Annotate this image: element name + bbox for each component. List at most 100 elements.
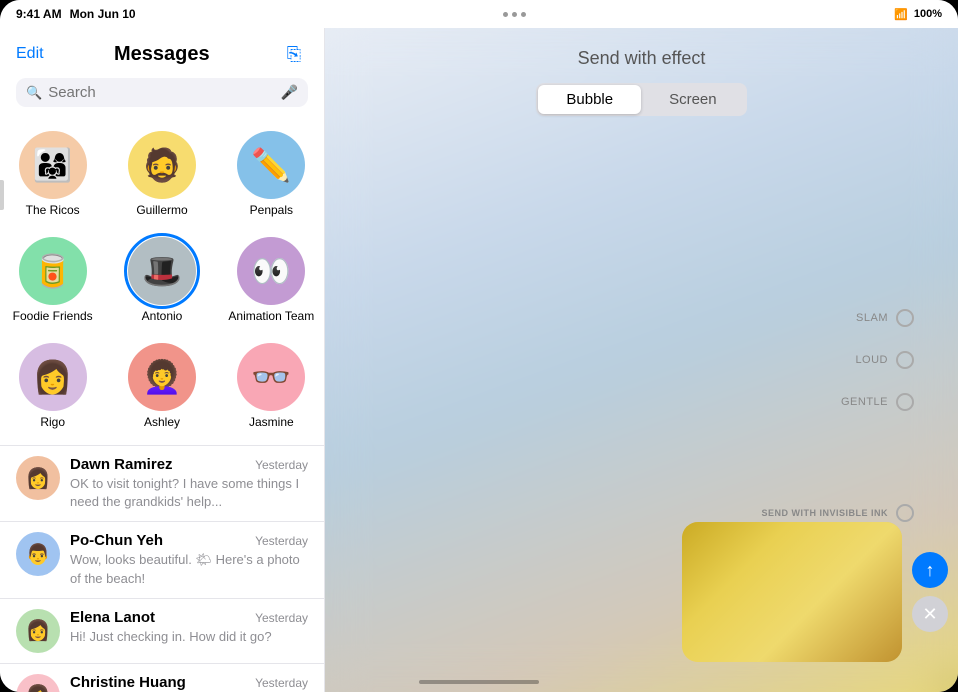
pinned-contact-ashley[interactable]: 👩‍🦱 Ashley	[109, 335, 214, 437]
msg-avatar-po-chun-yeh: 👨	[16, 532, 60, 576]
conversation-elena-lanot[interactable]: 👩 Elena Lanot Yesterday Hi! Just checkin…	[0, 599, 324, 664]
sidebar-title-row: Edit Messages ⎘	[16, 40, 308, 68]
effect-option-loud[interactable]: LOUD	[855, 351, 914, 369]
conversation-po-chun-yeh[interactable]: 👨 Po-Chun Yeh Yesterday Wow, looks beaut…	[0, 522, 324, 598]
pinned-name-rigo: Rigo	[40, 415, 65, 429]
effect-option-gentle[interactable]: GENTLE	[841, 393, 914, 411]
search-icon: 🔍	[26, 85, 42, 101]
msg-top-row-elena-lanot: Elena Lanot Yesterday	[70, 609, 308, 626]
msg-top-row-po-chun-yeh: Po-Chun Yeh Yesterday	[70, 532, 308, 549]
msg-top-row-dawn-ramirez: Dawn Ramirez Yesterday	[70, 456, 308, 473]
status-date: Mon Jun 10	[70, 7, 136, 21]
effect-radio-loud[interactable]	[896, 351, 914, 369]
pinned-contact-the-ricos[interactable]: 👨‍👩‍👧 The Ricos	[0, 123, 105, 225]
message-preview-card	[682, 522, 902, 662]
edit-button[interactable]: Edit	[16, 45, 44, 63]
msg-preview-po-chun-yeh: Wow, looks beautiful. 🌤 Here's a photo o…	[70, 551, 308, 587]
send-button[interactable]: ↑	[912, 552, 948, 588]
pinned-contact-antonio[interactable]: 🎩 Antonio	[109, 229, 214, 331]
conversation-dawn-ramirez[interactable]: 👩 Dawn Ramirez Yesterday OK to visit ton…	[0, 446, 324, 522]
pinned-name-antonio: Antonio	[142, 309, 183, 323]
pinned-avatar-foodie-friends: 🥫	[19, 237, 87, 305]
status-bar-left: 9:41 AM Mon Jun 10	[16, 7, 136, 21]
msg-top-row-christine-huang: Christine Huang Yesterday	[70, 674, 308, 691]
cancel-icon: ✕	[922, 604, 937, 625]
conversation-christine-huang[interactable]: 👩 Christine Huang Yesterday Me too, haha…	[0, 664, 324, 692]
pinned-name-the-ricos: The Ricos	[26, 203, 80, 217]
cancel-button[interactable]: ✕	[912, 596, 948, 632]
center-dot-3	[521, 12, 526, 17]
action-buttons: ↑ ✕	[912, 552, 948, 632]
msg-time-christine-huang: Yesterday	[255, 676, 308, 690]
tab-bubble[interactable]: Bubble	[538, 85, 641, 114]
right-panel: Send with effect BubbleScreen SLAM LOUD …	[325, 28, 958, 692]
left-notch	[0, 180, 4, 210]
pinned-avatar-penpals: ✏️	[237, 131, 305, 199]
pinned-avatar-rigo: 👩	[19, 343, 87, 411]
pinned-name-guillermo: Guillermo	[136, 203, 187, 217]
pinned-name-penpals: Penpals	[250, 203, 293, 217]
pinned-avatar-guillermo: 🧔	[128, 131, 196, 199]
pinned-contact-foodie-friends[interactable]: 🥫 Foodie Friends	[0, 229, 105, 331]
pinned-avatar-the-ricos: 👨‍👩‍👧	[19, 131, 87, 199]
send-icon: ↑	[926, 560, 935, 581]
msg-avatar-christine-huang: 👩	[16, 674, 60, 692]
effect-options-list: SLAM LOUD GENTLE	[841, 309, 914, 411]
effect-radio-gentle[interactable]	[896, 393, 914, 411]
wifi-icon: 📶	[894, 8, 908, 21]
msg-name-po-chun-yeh: Po-Chun Yeh	[70, 532, 163, 549]
pinned-contact-guillermo[interactable]: 🧔 Guillermo	[109, 123, 214, 225]
msg-content-dawn-ramirez: Dawn Ramirez Yesterday OK to visit tonig…	[70, 456, 308, 511]
search-input[interactable]	[48, 84, 274, 101]
pinned-avatar-antonio: 🎩	[128, 237, 196, 305]
pinned-name-jasmine: Jasmine	[249, 415, 294, 429]
msg-time-elena-lanot: Yesterday	[255, 611, 308, 625]
msg-time-po-chun-yeh: Yesterday	[255, 534, 308, 548]
center-dot-2	[512, 12, 517, 17]
pinned-contacts-grid: 👨‍👩‍👧 The Ricos 🧔 Guillermo ✏️ Penpals 🥫…	[0, 115, 324, 445]
pinned-name-animation-team: Animation Team	[228, 309, 314, 323]
compose-button[interactable]: ⎘	[280, 40, 308, 68]
pinned-contact-rigo[interactable]: 👩 Rigo	[0, 335, 105, 437]
status-bar: 9:41 AM Mon Jun 10 📶 100%	[0, 0, 958, 28]
invisible-ink-label: SEND WITH INVISIBLE INK	[761, 508, 888, 518]
status-time: 9:41 AM	[16, 7, 62, 21]
main-layout: Edit Messages ⎘ 🔍 🎤 👨‍👩‍👧 The Ricos	[0, 28, 958, 692]
msg-content-christine-huang: Christine Huang Yesterday Me too, haha. …	[70, 674, 308, 692]
message-list: 👩 Dawn Ramirez Yesterday OK to visit ton…	[0, 445, 324, 692]
pinned-contact-penpals[interactable]: ✏️ Penpals	[219, 123, 324, 225]
compose-icon: ⎘	[287, 44, 301, 65]
pinned-avatar-ashley: 👩‍🦱	[128, 343, 196, 411]
msg-name-dawn-ramirez: Dawn Ramirez	[70, 456, 173, 473]
mic-icon[interactable]: 🎤	[281, 84, 298, 101]
tab-screen[interactable]: Screen	[641, 85, 745, 114]
effect-toggle: BubbleScreen	[325, 83, 958, 116]
msg-name-christine-huang: Christine Huang	[70, 674, 186, 691]
status-bar-right: 📶 100%	[894, 8, 942, 21]
msg-name-elena-lanot: Elena Lanot	[70, 609, 155, 626]
invisible-ink-option[interactable]: SEND WITH INVISIBLE INK	[761, 504, 914, 522]
msg-preview-elena-lanot: Hi! Just checking in. How did it go?	[70, 628, 308, 646]
msg-time-dawn-ramirez: Yesterday	[255, 458, 308, 472]
pinned-name-ashley: Ashley	[144, 415, 180, 429]
effect-option-slam[interactable]: SLAM	[856, 309, 914, 327]
sidebar-title: Messages	[44, 43, 280, 66]
pinned-contact-jasmine[interactable]: 👓 Jasmine	[219, 335, 324, 437]
right-content: Send with effect BubbleScreen SLAM LOUD …	[325, 28, 958, 692]
msg-avatar-elena-lanot: 👩	[16, 609, 60, 653]
effect-label-gentle: GENTLE	[841, 396, 888, 408]
effect-label-slam: SLAM	[856, 312, 888, 324]
msg-content-elena-lanot: Elena Lanot Yesterday Hi! Just checking …	[70, 609, 308, 646]
toggle-container: BubbleScreen	[536, 83, 746, 116]
search-bar[interactable]: 🔍 🎤	[16, 78, 308, 107]
pinned-contact-animation-team[interactable]: 👀 Animation Team	[219, 229, 324, 331]
effect-title: Send with effect	[578, 48, 706, 68]
sidebar: Edit Messages ⎘ 🔍 🎤 👨‍👩‍👧 The Ricos	[0, 28, 325, 692]
center-dot-1	[503, 12, 508, 17]
effect-label-loud: LOUD	[855, 354, 888, 366]
invisible-ink-radio[interactable]	[896, 504, 914, 522]
pinned-avatar-jasmine: 👓	[237, 343, 305, 411]
sidebar-header: Edit Messages ⎘ 🔍 🎤	[0, 28, 324, 115]
effect-radio-slam[interactable]	[896, 309, 914, 327]
battery-label: 100%	[914, 8, 942, 20]
